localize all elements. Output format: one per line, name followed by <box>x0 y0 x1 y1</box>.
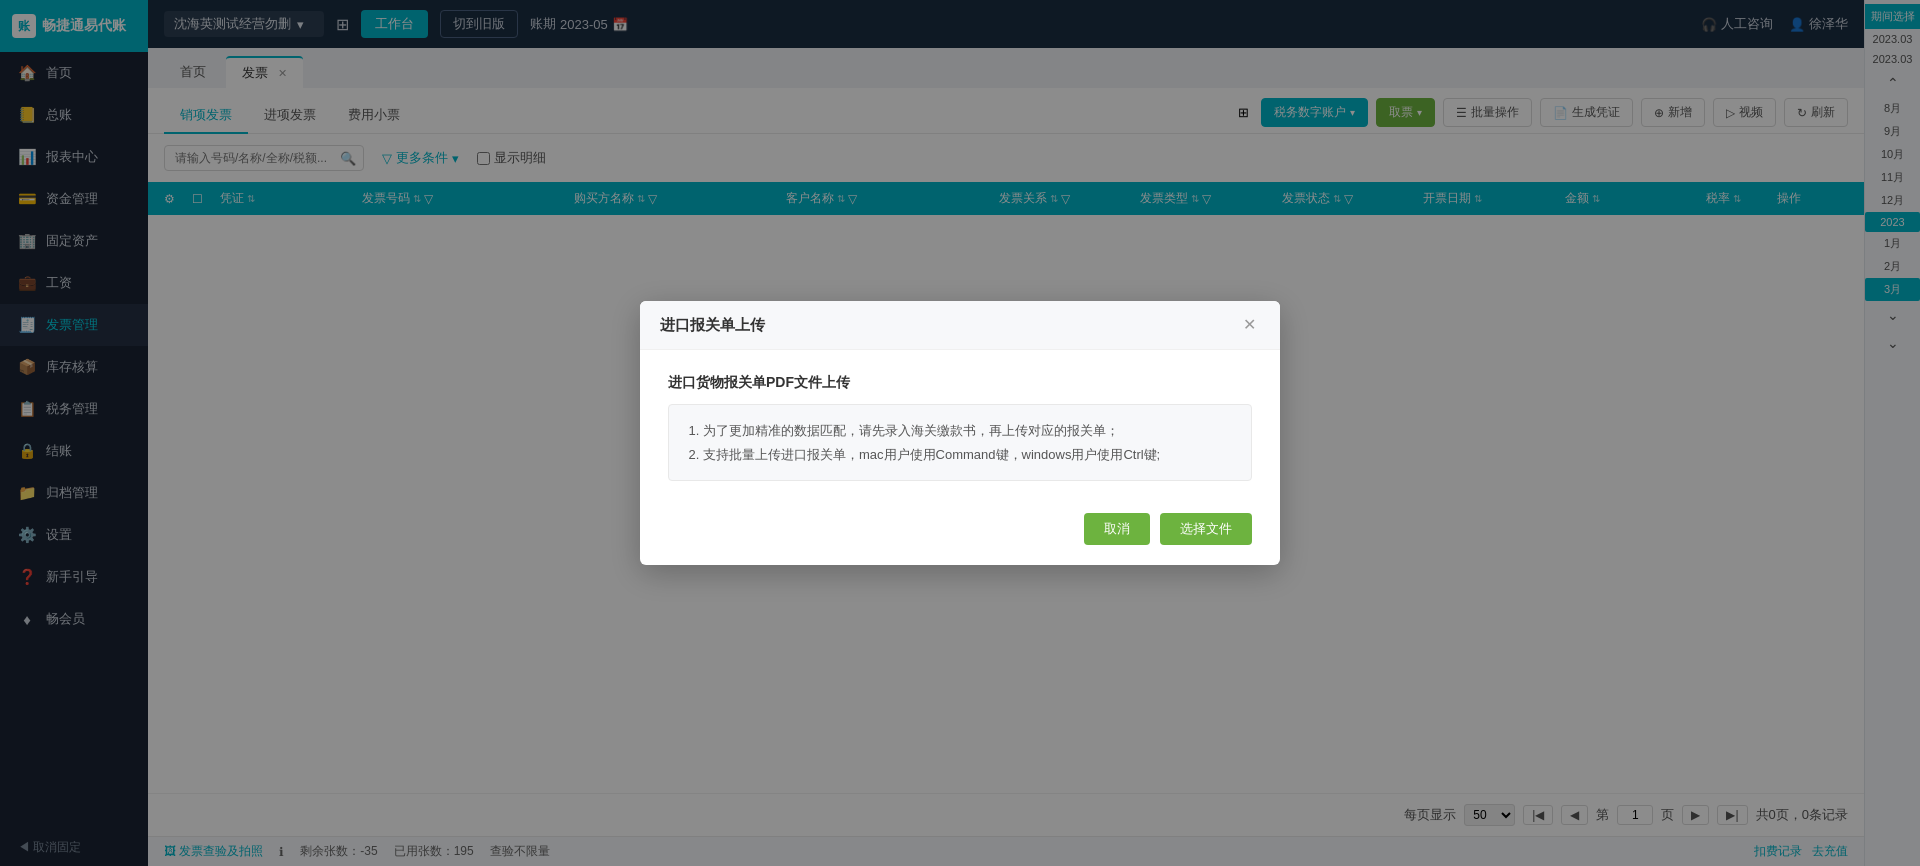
modal-select-file-btn[interactable]: 选择文件 <box>1160 513 1252 545</box>
modal-footer: 取消 选择文件 <box>640 497 1280 565</box>
modal-header: 进口报关单上传 ✕ <box>640 301 1280 350</box>
modal-info-box: 为了更加精准的数据匹配，请先录入海关缴款书，再上传对应的报关单； 支持批量上传进… <box>668 404 1252 481</box>
modal-title: 进口报关单上传 <box>660 316 765 335</box>
modal-overlay[interactable]: 进口报关单上传 ✕ 进口货物报关单PDF文件上传 为了更加精准的数据匹配，请先录… <box>0 0 1920 866</box>
modal-close-btn[interactable]: ✕ <box>1239 315 1260 335</box>
modal-info-item-2: 支持批量上传进口报关单，mac用户使用Command键，windows用户使用C… <box>703 443 1235 466</box>
modal-body: 进口货物报关单PDF文件上传 为了更加精准的数据匹配，请先录入海关缴款书，再上传… <box>640 350 1280 497</box>
modal-cancel-btn[interactable]: 取消 <box>1084 513 1150 545</box>
modal-info-item-1: 为了更加精准的数据匹配，请先录入海关缴款书，再上传对应的报关单； <box>703 419 1235 442</box>
modal-section-title: 进口货物报关单PDF文件上传 <box>668 374 1252 392</box>
import-customs-modal: 进口报关单上传 ✕ 进口货物报关单PDF文件上传 为了更加精准的数据匹配，请先录… <box>640 301 1280 565</box>
